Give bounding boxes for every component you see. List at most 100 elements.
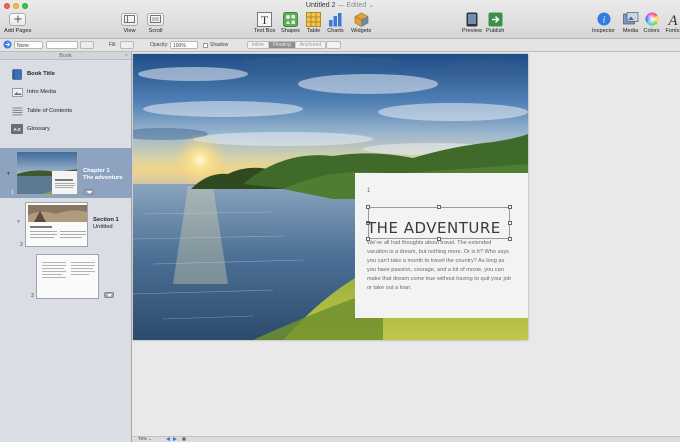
text-color-button[interactable] [80, 41, 94, 49]
glossary-icon: A-Z [11, 124, 23, 134]
resize-handle[interactable] [508, 205, 512, 209]
page-thumbnail[interactable] [36, 254, 99, 299]
page-thumbnail-image [37, 255, 98, 298]
svg-text:A: A [667, 13, 678, 27]
colors-button[interactable]: Colors [643, 12, 660, 34]
format-bar: None Fill: Opacity: 100% Shadow Inline F… [0, 39, 680, 52]
table-label: Table [306, 28, 321, 34]
document-page[interactable]: 1 THE ADVENTURE We've all had thoughts a… [133, 54, 528, 340]
book-title-icon [11, 68, 23, 80]
scroll-button[interactable]: Scroll [147, 12, 164, 34]
page-menu-button[interactable] [104, 292, 114, 298]
resize-handle[interactable] [437, 205, 441, 209]
sidebar-item-label: Table of Contents [27, 108, 73, 114]
fonts-button[interactable]: A Fonts [664, 12, 680, 35]
media-button[interactable]: Media [622, 12, 639, 34]
resize-handle[interactable] [366, 205, 370, 209]
opacity-label: Opacity: [150, 42, 169, 48]
sidebar-item-glossary[interactable]: A-Z Glossary [11, 124, 50, 134]
shapes-button[interactable]: Shapes [281, 11, 300, 34]
chapter-body-text[interactable]: We've all had thoughts about travel. The… [367, 239, 513, 293]
view-label: View [123, 28, 136, 34]
layout-menu-button[interactable] [84, 189, 94, 195]
shapes-label: Shapes [281, 28, 300, 34]
publish-icon [487, 12, 504, 26]
document-canvas: 1 THE ADVENTURE We've all had thoughts a… [132, 52, 680, 436]
text-box-icon: T [256, 11, 273, 27]
sidebar-item-label: Intro Media [27, 89, 56, 95]
chevron-down-icon [106, 293, 112, 297]
resize-handle[interactable] [508, 221, 512, 225]
inspector-button[interactable]: i Inspector [592, 12, 615, 34]
chapter-heading[interactable]: THE ADVENTURE [367, 219, 501, 237]
page-number-label: 1 [367, 188, 371, 194]
disclosure-triangle-icon[interactable]: ▼ [6, 171, 11, 177]
chapter-text-box[interactable]: 1 THE ADVENTURE We've all had thoughts a… [355, 173, 528, 318]
window-title: Untitled 2 — Edited ⌄ [0, 1, 680, 9]
widgets-icon [353, 12, 370, 27]
section-thumbnail-image [26, 203, 87, 246]
section-title: Section 1 [93, 217, 119, 223]
add-pages-label: Add Pages [4, 28, 32, 34]
sidebar-item-table-of-contents[interactable]: Table of Contents [11, 106, 72, 116]
checkbox-icon [203, 42, 208, 48]
publish-button[interactable]: Publish [486, 12, 504, 34]
sidebar-title: Book [59, 53, 72, 59]
preview-button[interactable]: Preview [462, 12, 482, 34]
preview-icon [463, 12, 480, 26]
style-value: None [17, 43, 29, 49]
scroll-label: Scroll [148, 28, 163, 34]
chapter-thumbnail-image [17, 152, 77, 194]
wrap-anchored-option[interactable]: Anchored [295, 42, 326, 48]
glossary-badge: A-Z [13, 126, 21, 132]
shadow-label: Shadow [210, 42, 229, 48]
opacity-value: 100% [173, 43, 186, 49]
section-thumbnail[interactable] [25, 202, 88, 247]
wrap-floating-option[interactable]: Floating [268, 42, 296, 48]
object-wrap-segmented-control: Inline Floating Anchored [247, 41, 327, 49]
page-number: 2 [20, 242, 23, 248]
add-pages-button[interactable]: Add Pages [4, 12, 31, 34]
preview-label: Preview [462, 28, 482, 34]
wrap-inline-option[interactable]: Inline [248, 42, 269, 48]
page-options-icon[interactable] [182, 437, 186, 441]
sidebar-item-book-title[interactable]: Book Title [11, 68, 55, 80]
edited-indicator[interactable]: — Edited ⌄ [337, 2, 374, 9]
disclosure-triangle-icon[interactable]: ▼ [16, 219, 21, 225]
table-icon [305, 11, 322, 27]
sidebar-header: Book × [0, 52, 131, 60]
charts-icon [327, 12, 344, 26]
wrap-dropdown[interactable] [326, 41, 341, 49]
page-number: 3 [31, 293, 34, 299]
opacity-field[interactable]: 100% [170, 41, 198, 49]
sidebar-item-intro-media[interactable]: Intro Media [11, 87, 56, 97]
fonts-icon: A [664, 12, 680, 27]
intro-media-icon [11, 87, 23, 97]
paragraph-style-icon[interactable] [3, 40, 12, 49]
chapter-thumbnail[interactable] [16, 151, 78, 195]
next-page-icon[interactable] [173, 437, 177, 441]
inspector-label: Inspector [592, 28, 616, 34]
previous-page-icon[interactable] [166, 437, 170, 441]
shapes-icon [282, 11, 299, 27]
style-dropdown[interactable]: None [14, 41, 43, 49]
fill-label: Fill: [109, 42, 117, 48]
text-box-button[interactable]: T Text Box [254, 11, 276, 34]
table-button[interactable]: Table [305, 11, 322, 34]
sidebar-item-label: Glossary [27, 126, 50, 132]
text-box-label: Text Box [254, 28, 276, 34]
close-icon[interactable]: × [125, 52, 128, 60]
publish-label: Publish [486, 28, 505, 34]
charts-button[interactable]: Charts [327, 12, 344, 34]
widgets-button[interactable]: Widgets [351, 12, 371, 34]
zoom-dropdown[interactable]: 75% ⌄ [138, 436, 152, 442]
chapter-subtitle: The adventure [83, 174, 123, 181]
view-button[interactable]: View [121, 12, 138, 34]
fill-well[interactable] [120, 41, 134, 49]
fonts-label: Fonts [665, 28, 680, 34]
scroll-icon [147, 12, 164, 26]
color-wheel-icon [643, 12, 660, 26]
size-dropdown[interactable] [46, 41, 78, 49]
shadow-checkbox[interactable]: Shadow [203, 41, 228, 49]
svg-text:T: T [261, 13, 269, 27]
